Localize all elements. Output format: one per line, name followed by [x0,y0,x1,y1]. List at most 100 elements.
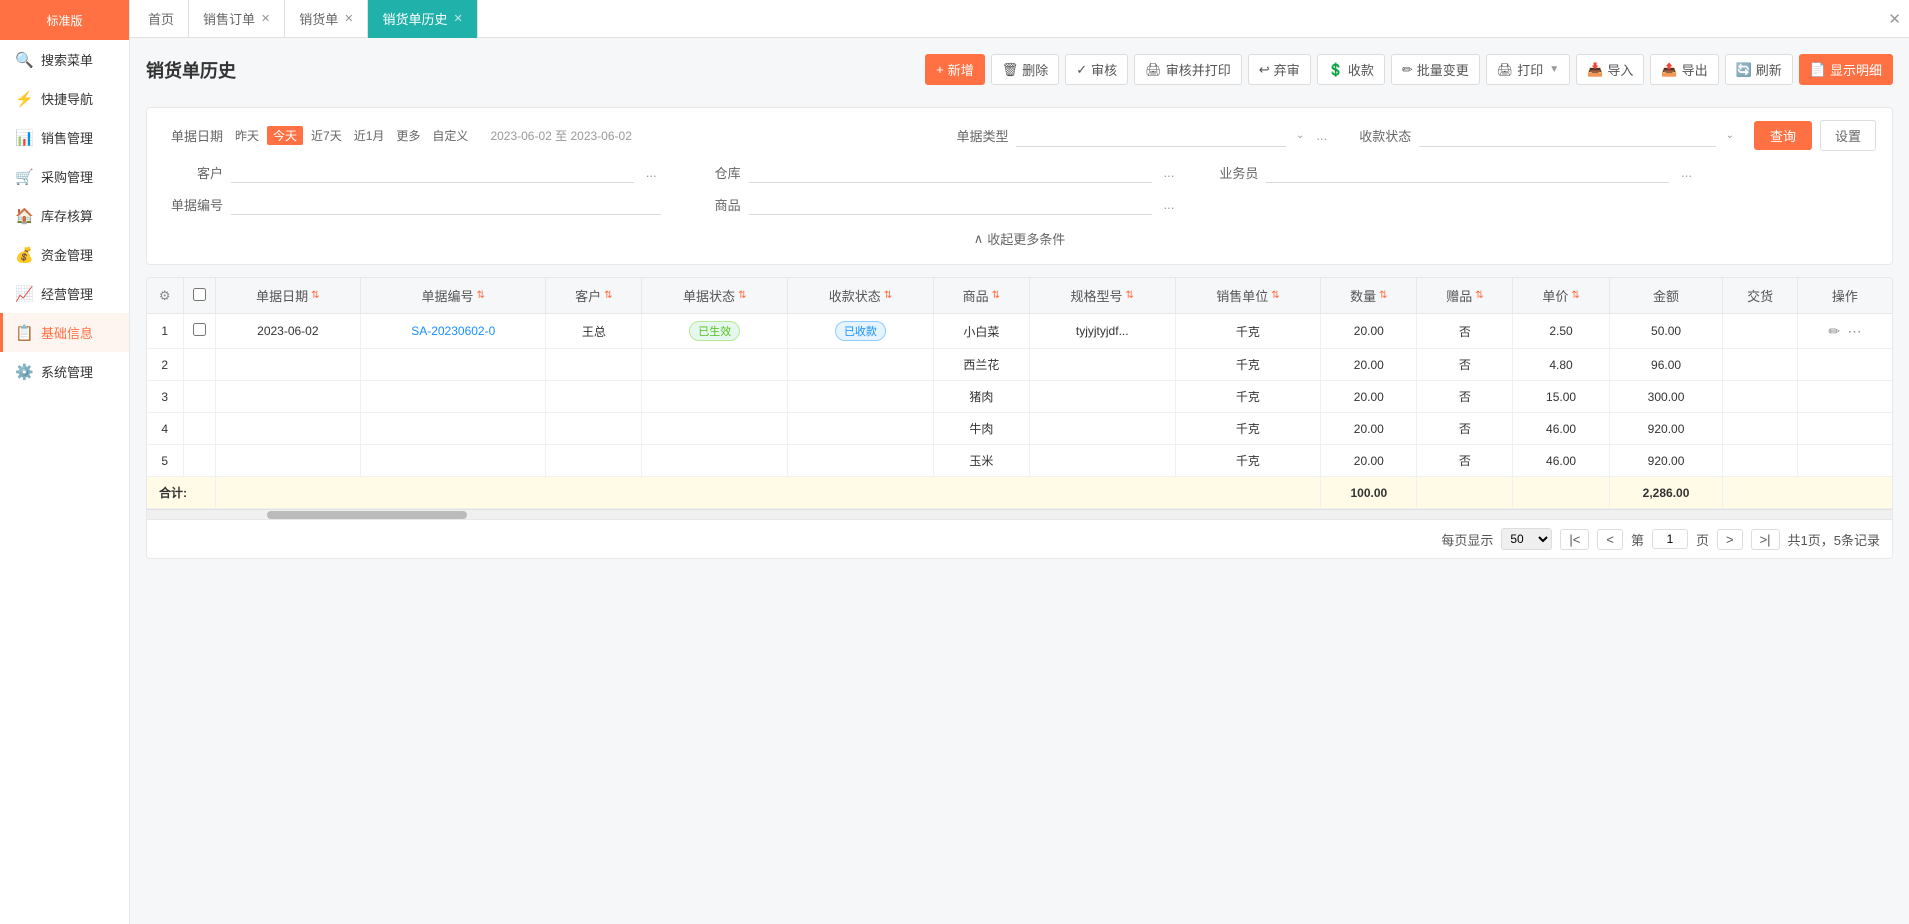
tab-home[interactable]: 首页 [134,0,189,38]
print-icon: 🖨 [1497,62,1514,78]
doc-type-ellipsis[interactable]: ... [1312,128,1331,143]
customer-ellipsis[interactable]: ... [642,165,661,180]
salesperson-ellipsis[interactable]: ... [1677,165,1696,180]
filter-customer-input[interactable] [231,161,634,183]
row1-select[interactable] [193,323,206,336]
sidebar-item-sys-mgmt[interactable]: ⚙️ 系统管理 [0,352,129,391]
th-spec[interactable]: 规格型号⇅ [1029,278,1175,314]
product-ellipsis[interactable]: ... [1160,197,1179,212]
print-button[interactable]: 🖨 打印 ▼ [1486,54,1570,85]
delete-button[interactable]: 🗑 删除 [991,54,1060,85]
th-transaction: 交货 [1723,278,1797,314]
filter-pay-status-input[interactable] [1419,125,1715,147]
row3-checkbox[interactable] [183,381,215,413]
row5-spec [1029,445,1175,477]
sort-qty-icon: ⇅ [1379,290,1387,301]
pay-status-dropdown[interactable]: ⌄ [1726,130,1734,141]
doc-status-badge: 已生效 [689,321,740,341]
sidebar-item-capital-mgmt[interactable]: 💰 资金管理 [0,235,129,274]
doc-type-dropdown[interactable]: ⌄ [1296,130,1304,141]
tab-sales-order[interactable]: 销售订单 ✕ [189,0,285,38]
row5-no [361,445,546,477]
page-last-btn[interactable]: >| [1751,529,1780,550]
row5-checkbox[interactable] [183,445,215,477]
add-button[interactable]: + 新增 [925,54,985,85]
import-button[interactable]: 📥 导入 [1576,54,1644,85]
filter-warehouse-input[interactable] [749,161,1152,183]
row2-checkbox[interactable] [183,349,215,381]
audit-print-button[interactable]: 🖨 审核并打印 [1134,54,1242,85]
date-range-display: 2023-06-02 至 2023-06-02 [490,127,631,144]
th-customer[interactable]: 客户⇅ [546,278,642,314]
shortcut-more[interactable]: 更多 [392,126,424,145]
select-all-checkbox[interactable] [193,288,206,301]
th-product[interactable]: 商品⇅ [933,278,1029,314]
row1-more-icon[interactable]: ⋯ [1847,323,1861,339]
tab-sales-order-close[interactable]: ✕ [261,12,270,25]
tabbar-close-all[interactable]: ✕ [1888,10,1909,28]
content-area: 销货单历史 + 新增 🗑 删除 ✓ 审核 🖨 审核并打印 [130,38,1909,924]
shortcut-today[interactable]: 今天 [267,126,303,145]
page-size-select[interactable]: 50 100 200 [1501,528,1552,550]
page-number-input[interactable] [1652,529,1688,549]
row1-qty: 20.00 [1321,314,1417,349]
th-pay-status[interactable]: 收款状态⇅ [788,278,934,314]
refresh-icon: 🔄 [1736,62,1752,78]
sidebar-item-sales-mgmt[interactable]: 📊 销售管理 [0,118,129,157]
sidebar-item-purchase-mgmt[interactable]: 🛒 采购管理 [0,157,129,196]
warehouse-ellipsis[interactable]: ... [1160,165,1179,180]
tab-sales-invoice[interactable]: 销货单 ✕ [285,0,368,38]
row2-product: 西兰花 [933,349,1029,381]
row2-seq: 2 [147,349,183,381]
th-unit-price[interactable]: 单价⇅ [1513,278,1609,314]
th-settings[interactable]: ⚙ [147,278,183,314]
collect-button[interactable]: 💲 收款 [1317,54,1385,85]
sidebar-item-basic-info[interactable]: 📋 基础信息 [0,313,129,352]
inventory-calc-icon: 🏠 [15,207,33,225]
th-gift[interactable]: 赠品⇅ [1417,278,1513,314]
filter-product-input[interactable] [749,193,1152,215]
sidebar-item-ops-mgmt[interactable]: 📈 经营管理 [0,274,129,313]
toolbar: + 新增 🗑 删除 ✓ 审核 🖨 审核并打印 ↩ 弃审 [925,54,1893,85]
filter-customer: 客户 ... [163,161,661,183]
filter-doc-type-input[interactable] [1016,125,1286,147]
query-button[interactable]: 查询 [1754,121,1812,150]
row4-checkbox[interactable] [183,413,215,445]
tab-sales-history-close[interactable]: ✕ [454,12,463,25]
batch-change-button[interactable]: ✏ 批量变更 [1391,54,1480,85]
collapse-filter-btn[interactable]: ∧ 收起更多条件 [163,225,1876,252]
row1-checkbox[interactable] [183,314,215,349]
export-button[interactable]: 📤 导出 [1650,54,1718,85]
row1-no[interactable]: SA-20230602-0 [361,314,546,349]
sidebar-item-quick-nav[interactable]: ⚡ 快捷导航 [0,79,129,118]
refresh-button[interactable]: 🔄 刷新 [1725,54,1793,85]
th-unit[interactable]: 销售单位⇅ [1175,278,1321,314]
show-detail-button[interactable]: 📄 显示明细 [1799,54,1893,85]
shortcut-7days[interactable]: 近7天 [307,126,346,145]
tab-sales-invoice-close[interactable]: ✕ [344,12,353,25]
th-no[interactable]: 单据编号⇅ [361,278,546,314]
row1-edit-icon[interactable]: ✏ [1828,323,1840,339]
page-prev-btn[interactable]: < [1597,529,1623,550]
shortcut-1month[interactable]: 近1月 [350,126,389,145]
abandon-button[interactable]: ↩ 弃审 [1248,54,1311,85]
row1-action: ✏ ⋯ [1797,314,1892,349]
sidebar-item-inventory-calc[interactable]: 🏠 库存核算 [0,196,129,235]
sort-customer-icon: ⇅ [604,290,612,301]
settings-icon[interactable]: ⚙ [159,288,171,303]
tab-sales-history[interactable]: 销货单历史 ✕ [368,0,477,38]
set-button[interactable]: 设置 [1820,120,1876,151]
audit-button[interactable]: ✓ 审核 [1065,54,1128,85]
row4-spec [1029,413,1175,445]
th-doc-status[interactable]: 单据状态⇅ [642,278,788,314]
th-qty[interactable]: 数量⇅ [1321,278,1417,314]
filter-doc-no-input[interactable] [231,193,661,215]
filter-salesperson-input[interactable] [1266,161,1669,183]
sidebar-item-search-menu[interactable]: 🔍 搜索菜单 [0,40,129,79]
page-first-btn[interactable]: |< [1560,529,1589,550]
shortcut-custom[interactable]: 自定义 [428,126,472,145]
th-date[interactable]: 单据日期⇅ [215,278,361,314]
page-next-btn[interactable]: > [1717,529,1743,550]
shortcut-yesterday[interactable]: 昨天 [231,126,263,145]
horizontal-scrollbar[interactable] [147,509,1892,519]
